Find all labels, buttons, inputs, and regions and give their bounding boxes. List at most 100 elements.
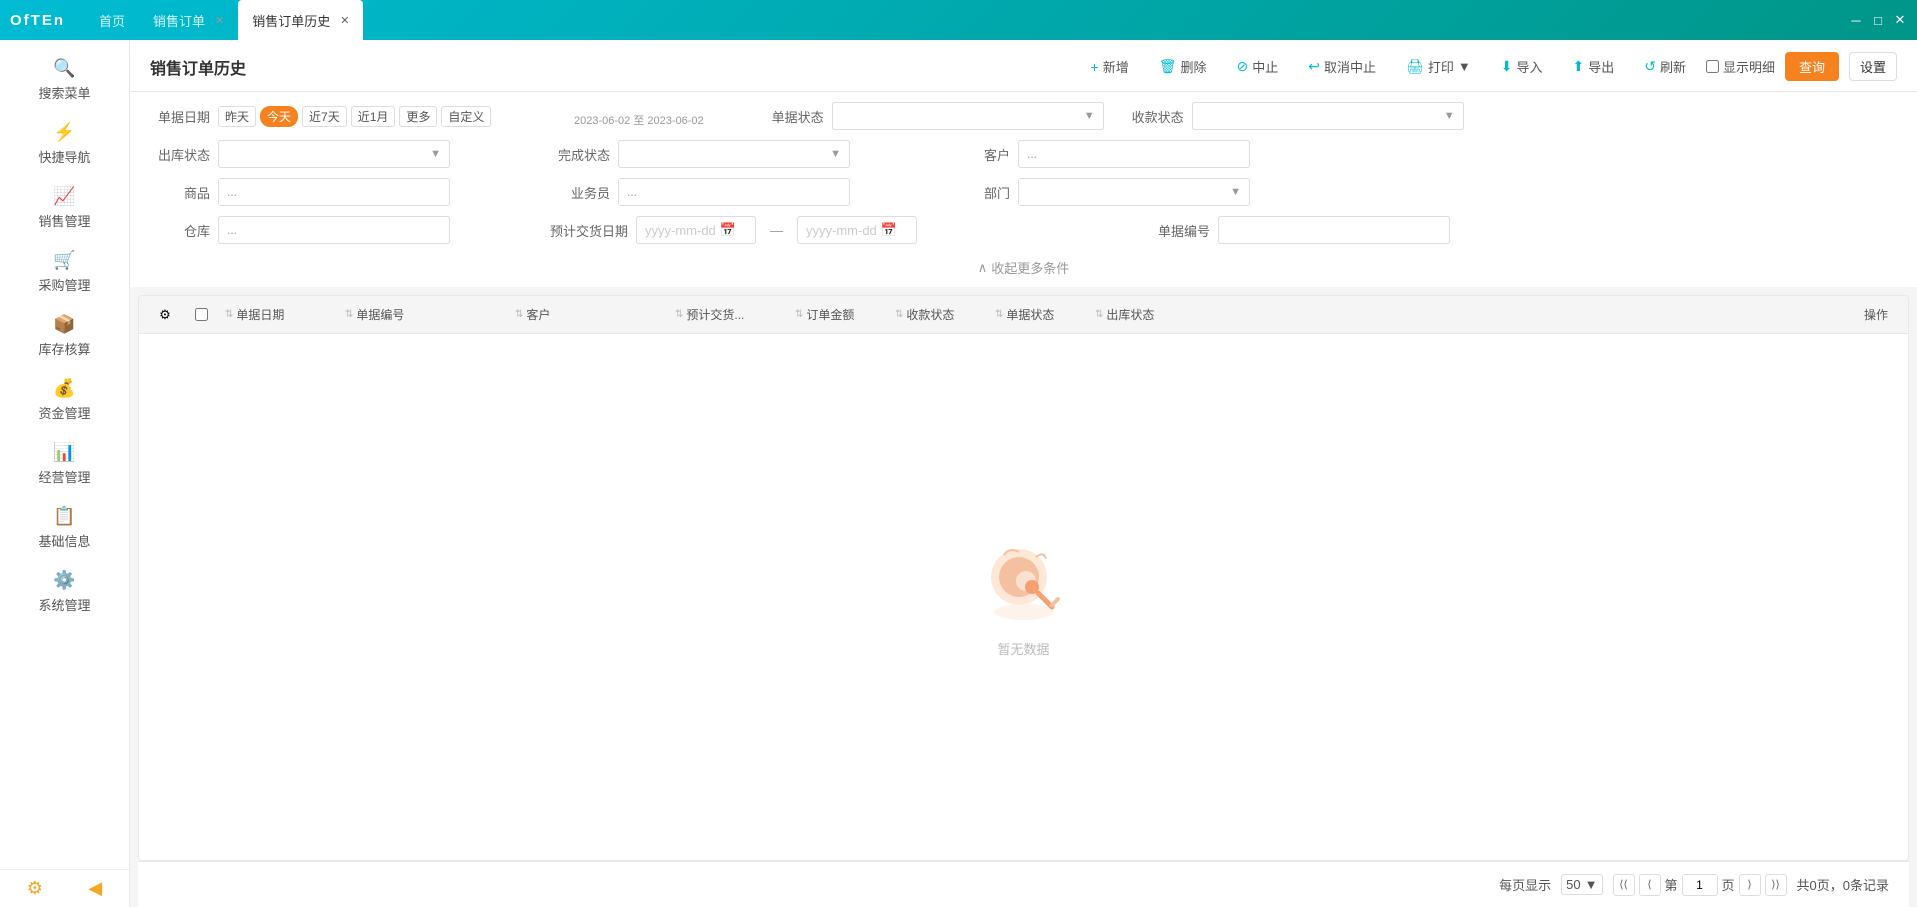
page-next-btn[interactable]: ⟩ <box>1739 874 1761 896</box>
delete-button[interactable]: 🗑 删除 <box>1149 53 1217 80</box>
export-button[interactable]: ⬆ 导出 <box>1562 53 1624 80</box>
warehouse-status-select[interactable]: ▼ <box>218 140 450 168</box>
tab-sales-history[interactable]: 销售订单历史 ✕ <box>238 0 363 40</box>
filter-date: 单据日期 昨天 今天 近7天 近1月 更多 自定义 <box>150 106 570 127</box>
customer-input[interactable]: ... <box>1018 140 1250 168</box>
select-all-checkbox[interactable] <box>195 308 208 321</box>
system-icon: ⚙️ <box>53 570 75 591</box>
operations-icon: 📊 <box>53 442 75 463</box>
delivery-end-input[interactable]: yyyy-mm-dd 📅 <box>797 216 917 244</box>
sidebar-item-inventory[interactable]: 📦 库存核算 <box>0 304 129 368</box>
import-label: 导入 <box>1516 57 1542 76</box>
sort-delivery-icon: ⇅ <box>675 310 683 320</box>
filter-delivery-date: 预计交货日期 yyyy-mm-dd 📅 — yyyy-mm-dd 📅 <box>550 216 1050 244</box>
print-icon: 🖨 <box>1406 58 1424 75</box>
sidebar-item-system[interactable]: ⚙️ 系统管理 <box>0 560 129 624</box>
page-prev-btn[interactable]: ⟨ <box>1639 874 1661 896</box>
receipt-status-select[interactable]: ▼ <box>1192 102 1464 130</box>
table-header-row: ⚙ ⇅ 单据日期 ⇅ 单据编号 ⇅ 客户 ⇅ <box>139 296 1908 334</box>
filter-area: 单据日期 昨天 今天 近7天 近1月 更多 自定义 2023-06-02 至 2… <box>130 92 1917 287</box>
sidebar-item-search[interactable]: 🔍 搜索菜单 <box>0 48 129 112</box>
col-delivery: ⇅ 预计交货... <box>669 306 789 323</box>
col-settings[interactable]: ⚙ <box>147 307 183 323</box>
query-button[interactable]: 查询 <box>1785 52 1839 81</box>
sidebar-item-operations[interactable]: 📊 经营管理 <box>0 432 129 496</box>
app-logo: OfTEn <box>10 12 65 29</box>
inventory-icon: 📦 <box>53 314 75 335</box>
page-size-arrow: ▼ <box>1585 877 1598 892</box>
cancel-stop-icon: ↩ <box>1308 58 1320 75</box>
sidebar-bottom: ⚙ ◀ <box>0 869 129 907</box>
filter-warehouse: 仓库 ... <box>150 216 450 244</box>
empty-text: 暂无数据 <box>997 639 1049 658</box>
add-button[interactable]: + 新增 <box>1081 53 1139 80</box>
col-ops-label: 操作 <box>1864 306 1888 323</box>
docno-input[interactable] <box>1218 216 1450 244</box>
customer-label: 客户 <box>950 145 1010 164</box>
col-settings-icon: ⚙ <box>159 307 171 323</box>
complete-status-label: 完成状态 <box>550 145 610 164</box>
department-select[interactable]: ▼ <box>1018 178 1250 206</box>
page-size-select[interactable]: 50 ▼ <box>1561 874 1602 895</box>
display-toggle-checkbox[interactable] <box>1706 60 1719 73</box>
delivery-start-input[interactable]: yyyy-mm-dd 📅 <box>636 216 756 244</box>
window-minimize[interactable]: ─ <box>1849 13 1863 27</box>
sidebar-item-quicknav[interactable]: ⚡ 快捷导航 <box>0 112 129 176</box>
sidebar-item-purchase[interactable]: 🛒 采购管理 <box>0 240 129 304</box>
pagination-nav: ⟨⟨ ⟨ 第 页 ⟩ ⟩⟩ <box>1613 874 1787 896</box>
warehouse-label: 仓库 <box>150 221 210 240</box>
stop-button[interactable]: ⊘ 中止 <box>1227 53 1289 80</box>
page-input[interactable] <box>1682 874 1718 896</box>
complete-status-select[interactable]: ▼ <box>618 140 850 168</box>
goods-input[interactable]: ... <box>218 178 450 206</box>
refresh-button[interactable]: ↺ 刷新 <box>1634 53 1696 80</box>
import-icon: ⬇ <box>1501 58 1513 75</box>
date-btn-7days[interactable]: 近7天 <box>302 106 347 127</box>
total-info: 共0页，0条记录 <box>1797 875 1889 894</box>
sidebar-settings-icon[interactable]: ⚙ <box>27 878 43 899</box>
sidebar-item-basic-info[interactable]: 📋 基础信息 <box>0 496 129 560</box>
order-status-select[interactable]: ▼ <box>832 102 1104 130</box>
date-btn-more[interactable]: 更多 <box>399 106 437 127</box>
tab-sales-order-close[interactable]: ✕ <box>215 14 224 27</box>
stop-label: 中止 <box>1252 57 1278 76</box>
sidebar-collapse-icon[interactable]: ◀ <box>88 878 102 899</box>
sidebar-item-finance[interactable]: 💰 资金管理 <box>0 368 129 432</box>
delivery-end-cal-icon: 📅 <box>881 222 897 238</box>
date-btn-1month[interactable]: 近1月 <box>351 106 396 127</box>
col-customer-label: 客户 <box>526 306 550 323</box>
window-close[interactable]: ✕ <box>1893 13 1907 27</box>
warehouse-input[interactable]: ... <box>218 216 450 244</box>
warehouse-status-label: 出库状态 <box>150 145 210 164</box>
date-range-display: 2023-06-02 至 2023-06-02 <box>574 112 704 130</box>
cancel-stop-button[interactable]: ↩ 取消中止 <box>1298 53 1386 80</box>
sidebar-item-finance-label: 资金管理 <box>38 403 90 422</box>
sidebar-item-operations-label: 经营管理 <box>38 467 90 486</box>
import-button[interactable]: ⬇ 导入 <box>1491 53 1553 80</box>
date-btn-yesterday[interactable]: 昨天 <box>218 106 256 127</box>
main-layout: 🔍 搜索菜单 ⚡ 快捷导航 📈 销售管理 🛒 采购管理 📦 库存核算 💰 资金管… <box>0 40 1917 907</box>
date-btn-custom[interactable]: 自定义 <box>441 106 491 127</box>
page-last-btn[interactable]: ⟩⟩ <box>1765 874 1787 896</box>
window-maximize[interactable]: □ <box>1871 13 1885 27</box>
filter-goods: 商品 ... <box>150 178 450 206</box>
department-arrow: ▼ <box>1230 186 1241 198</box>
salesman-input[interactable]: ... <box>618 178 850 206</box>
export-label: 导出 <box>1588 57 1614 76</box>
col-amount: ⇅ 订单金额 <box>789 306 889 323</box>
col-delivery-label: 预计交货... <box>686 306 744 323</box>
sales-icon: 📈 <box>53 186 75 207</box>
sidebar-item-sales[interactable]: 📈 销售管理 <box>0 176 129 240</box>
window-controls: ─ □ ✕ <box>1849 13 1907 27</box>
col-check[interactable] <box>183 308 219 321</box>
collapse-row[interactable]: ∧ 收起更多条件 <box>150 254 1897 277</box>
tab-sales-order[interactable]: 销售订单 ✕ <box>139 0 238 40</box>
settings-button[interactable]: 设置 <box>1849 52 1897 81</box>
page-first-btn[interactable]: ⟨⟨ <box>1613 874 1635 896</box>
display-toggle[interactable]: 显示明细 <box>1706 57 1775 76</box>
tab-home[interactable]: 首页 <box>85 0 139 40</box>
print-button[interactable]: 🖨 打印 ▼ <box>1396 53 1481 80</box>
filter-row-4: 仓库 ... 预计交货日期 yyyy-mm-dd 📅 — yyyy-mm-dd … <box>150 216 1897 244</box>
date-btn-today[interactable]: 今天 <box>260 106 298 127</box>
tab-sales-history-close[interactable]: ✕ <box>340 14 349 27</box>
